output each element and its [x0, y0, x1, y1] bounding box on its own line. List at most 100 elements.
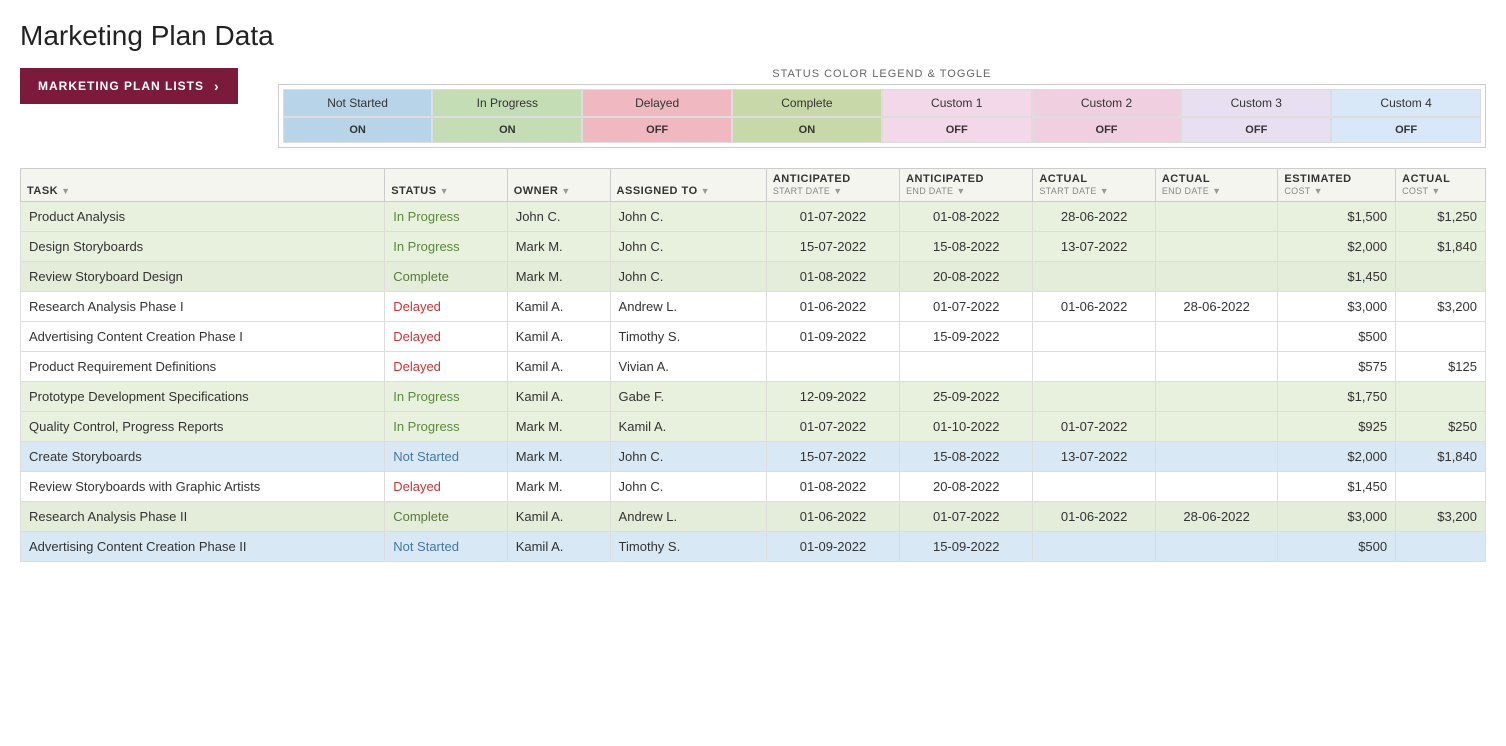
- legend-status-name: Not Started: [283, 89, 433, 117]
- table-row: Prototype Development SpecificationsIn P…: [21, 382, 1486, 412]
- filter-icon-task[interactable]: ▼: [58, 186, 70, 196]
- cell-act_end: [1155, 352, 1278, 382]
- cell-act_cost: $250: [1396, 412, 1486, 442]
- cell-task: Review Storyboards with Graphic Artists: [21, 472, 385, 502]
- cell-ant_end: 20-08-2022: [900, 262, 1033, 292]
- cell-act_end: [1155, 442, 1278, 472]
- table-header-row: TASK ▼STATUS ▼OWNER ▼ASSIGNED TO ▼ANTICI…: [21, 169, 1486, 202]
- legend-status-name: Custom 2: [1032, 89, 1182, 117]
- cell-status: Delayed: [385, 352, 508, 382]
- col-header-assigned_to: ASSIGNED TO ▼: [610, 169, 766, 202]
- cell-assigned_to: Timothy S.: [610, 532, 766, 562]
- cell-ant_start: 01-08-2022: [766, 472, 899, 502]
- cell-assigned_to: Kamil A.: [610, 412, 766, 442]
- cell-est_cost: $1,450: [1278, 262, 1396, 292]
- cell-ant_end: 20-08-2022: [900, 472, 1033, 502]
- cell-act_start: 13-07-2022: [1033, 232, 1156, 262]
- cell-act_cost: [1396, 262, 1486, 292]
- filter-icon-ant_start[interactable]: ▼: [830, 186, 842, 196]
- cell-est_cost: $500: [1278, 532, 1396, 562]
- cell-act_start: [1033, 352, 1156, 382]
- cell-ant_start: 15-07-2022: [766, 232, 899, 262]
- cell-assigned_to: Gabe F.: [610, 382, 766, 412]
- cell-owner: Kamil A.: [507, 292, 610, 322]
- cell-assigned_to: John C.: [610, 202, 766, 232]
- legend-status-toggle[interactable]: ON: [732, 117, 882, 143]
- filter-icon-assigned_to[interactable]: ▼: [698, 186, 710, 196]
- table-row: Create StoryboardsNot StartedMark M.John…: [21, 442, 1486, 472]
- filter-icon-status[interactable]: ▼: [437, 186, 449, 196]
- cell-ant_start: 12-09-2022: [766, 382, 899, 412]
- legend-status-toggle[interactable]: ON: [283, 117, 433, 143]
- cell-task: Advertising Content Creation Phase II: [21, 532, 385, 562]
- cell-act_start: 28-06-2022: [1033, 202, 1156, 232]
- cell-ant_end: 15-09-2022: [900, 322, 1033, 352]
- table-body: Product AnalysisIn ProgressJohn C.John C…: [21, 202, 1486, 562]
- table-row: Research Analysis Phase IICompleteKamil …: [21, 502, 1486, 532]
- cell-ant_start: 01-08-2022: [766, 262, 899, 292]
- legend-status-toggle[interactable]: OFF: [1181, 117, 1331, 143]
- cell-status: In Progress: [385, 382, 508, 412]
- table-row: Advertising Content Creation Phase IDela…: [21, 322, 1486, 352]
- filter-icon-owner[interactable]: ▼: [558, 186, 570, 196]
- cell-act_cost: $3,200: [1396, 292, 1486, 322]
- cell-ant_end: 15-08-2022: [900, 442, 1033, 472]
- cell-act_end: [1155, 202, 1278, 232]
- cell-assigned_to: Andrew L.: [610, 502, 766, 532]
- legend-grid: Not StartedIn ProgressDelayedCompleteCus…: [283, 89, 1481, 143]
- table-row: Review Storyboards with Graphic ArtistsD…: [21, 472, 1486, 502]
- cell-ant_end: 15-08-2022: [900, 232, 1033, 262]
- table-row: Research Analysis Phase IDelayedKamil A.…: [21, 292, 1486, 322]
- cell-assigned_to: John C.: [610, 442, 766, 472]
- cell-status: Not Started: [385, 442, 508, 472]
- legend-status-toggle[interactable]: ON: [432, 117, 582, 143]
- table-row: Advertising Content Creation Phase IINot…: [21, 532, 1486, 562]
- legend-status-toggle[interactable]: OFF: [882, 117, 1032, 143]
- cell-act_end: [1155, 412, 1278, 442]
- legend-status-name: Custom 1: [882, 89, 1032, 117]
- page-title: Marketing Plan Data: [20, 20, 1486, 52]
- col-header-act_start: ACTUALSTART DATE ▼: [1033, 169, 1156, 202]
- cell-task: Product Analysis: [21, 202, 385, 232]
- cell-owner: Mark M.: [507, 262, 610, 292]
- legend-status-toggle[interactable]: OFF: [582, 117, 732, 143]
- cell-est_cost: $1,750: [1278, 382, 1396, 412]
- cell-status: In Progress: [385, 232, 508, 262]
- marketing-btn-label: MARKETING PLAN LISTS: [38, 79, 204, 93]
- filter-icon-act_end[interactable]: ▼: [1209, 186, 1221, 196]
- legend-status-toggle[interactable]: OFF: [1331, 117, 1481, 143]
- cell-ant_start: 01-09-2022: [766, 322, 899, 352]
- marketing-plan-table: TASK ▼STATUS ▼OWNER ▼ASSIGNED TO ▼ANTICI…: [20, 168, 1486, 562]
- legend-status-name: Complete: [732, 89, 882, 117]
- col-header-act_cost: ACTUALCOST ▼: [1396, 169, 1486, 202]
- col-header-ant_end: ANTICIPATEDEND DATE ▼: [900, 169, 1033, 202]
- marketing-plan-lists-button[interactable]: MARKETING PLAN LISTS ›: [20, 68, 238, 104]
- cell-owner: Mark M.: [507, 472, 610, 502]
- cell-ant_start: 01-07-2022: [766, 412, 899, 442]
- cell-act_cost: $1,840: [1396, 232, 1486, 262]
- filter-icon-ant_end[interactable]: ▼: [953, 186, 965, 196]
- cell-act_start: [1033, 382, 1156, 412]
- col-header-act_end: ACTUALEND DATE ▼: [1155, 169, 1278, 202]
- cell-act_cost: $1,840: [1396, 442, 1486, 472]
- legend-status-toggle[interactable]: OFF: [1032, 117, 1182, 143]
- cell-assigned_to: John C.: [610, 472, 766, 502]
- cell-assigned_to: Andrew L.: [610, 292, 766, 322]
- cell-status: Delayed: [385, 322, 508, 352]
- filter-icon-est_cost[interactable]: ▼: [1311, 186, 1323, 196]
- cell-task: Create Storyboards: [21, 442, 385, 472]
- cell-est_cost: $3,000: [1278, 292, 1396, 322]
- cell-assigned_to: Vivian A.: [610, 352, 766, 382]
- cell-ant_start: 15-07-2022: [766, 442, 899, 472]
- cell-task: Review Storyboard Design: [21, 262, 385, 292]
- cell-task: Product Requirement Definitions: [21, 352, 385, 382]
- cell-est_cost: $1,450: [1278, 472, 1396, 502]
- cell-act_cost: [1396, 382, 1486, 412]
- filter-icon-act_start[interactable]: ▼: [1097, 186, 1109, 196]
- cell-ant_end: 15-09-2022: [900, 532, 1033, 562]
- cell-act_start: 13-07-2022: [1033, 442, 1156, 472]
- table-header: TASK ▼STATUS ▼OWNER ▼ASSIGNED TO ▼ANTICI…: [21, 169, 1486, 202]
- cell-act_cost: [1396, 472, 1486, 502]
- col-header-status: STATUS ▼: [385, 169, 508, 202]
- filter-icon-act_cost[interactable]: ▼: [1428, 186, 1440, 196]
